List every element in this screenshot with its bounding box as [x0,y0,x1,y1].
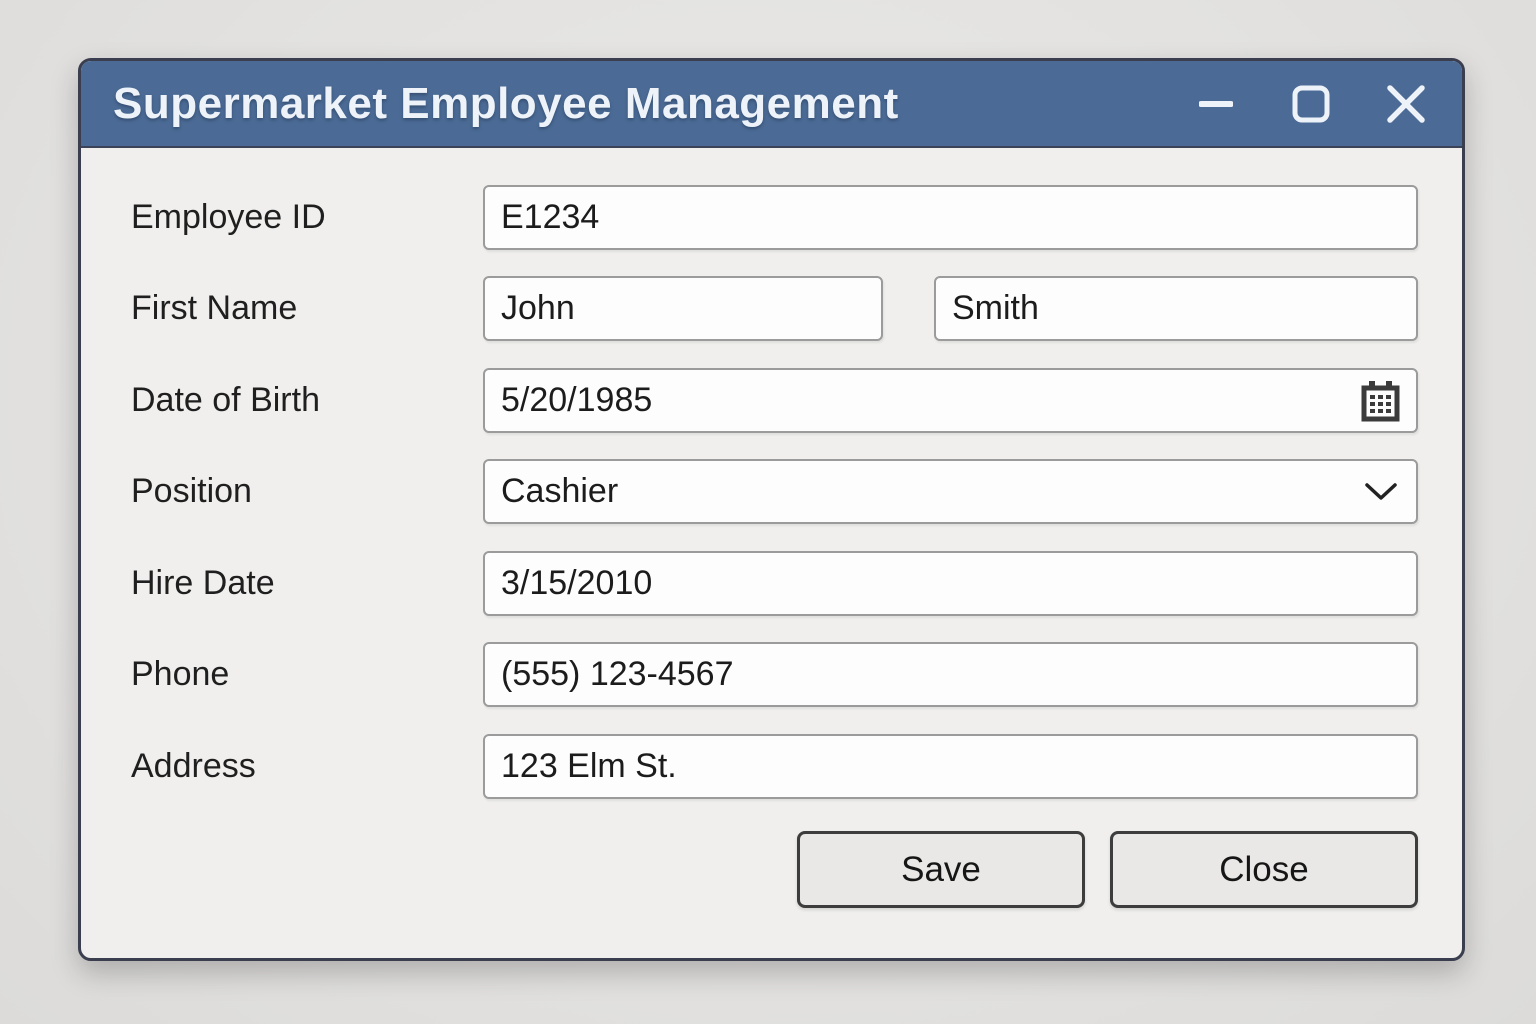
address-label: Address [131,747,256,785]
form-row-position: Position Cashier [81,459,1462,524]
position-select[interactable]: Cashier [483,459,1418,524]
date-of-birth-label: Date of Birth [131,381,320,419]
form-row-phone: Phone [81,642,1462,707]
position-label: Position [131,472,252,510]
date-of-birth-field [483,368,1418,433]
phone-input[interactable] [483,642,1418,707]
date-picker-button[interactable] [1356,375,1404,427]
chevron-down-icon [1365,482,1397,500]
last-name-input[interactable] [934,276,1418,341]
hire-date-label: Hire Date [131,564,275,602]
save-button[interactable]: Save [797,831,1085,908]
maximize-icon [1292,85,1330,122]
minimize-button[interactable] [1194,82,1238,126]
employee-id-input[interactable] [483,185,1418,250]
first-name-input[interactable] [483,276,883,341]
form-row-hire-date: Hire Date [81,551,1462,616]
employee-id-label: Employee ID [131,198,326,236]
minimize-icon [1199,100,1233,107]
date-of-birth-input[interactable] [501,371,1356,430]
first-name-label: First Name [131,289,298,327]
window-title: Supermarket Employee Management [113,78,899,128]
window-controls [1194,82,1462,126]
maximize-button[interactable] [1289,82,1333,126]
calendar-icon [1361,380,1400,421]
close-button[interactable]: Close [1110,831,1418,908]
phone-label: Phone [131,655,230,693]
form-row-employee-id: Employee ID [81,185,1462,250]
position-selected-value: Cashier [501,472,619,510]
employee-management-window: Supermarket Employee Management Employee… [78,58,1465,961]
form-row-date-of-birth: Date of Birth [81,368,1462,433]
form-row-address: Address [81,734,1462,799]
close-window-button[interactable] [1384,82,1428,126]
close-icon [1387,84,1425,123]
hire-date-input[interactable] [483,551,1418,616]
titlebar[interactable]: Supermarket Employee Management [81,61,1462,148]
form-row-name: First Name [81,276,1462,341]
address-input[interactable] [483,734,1418,799]
